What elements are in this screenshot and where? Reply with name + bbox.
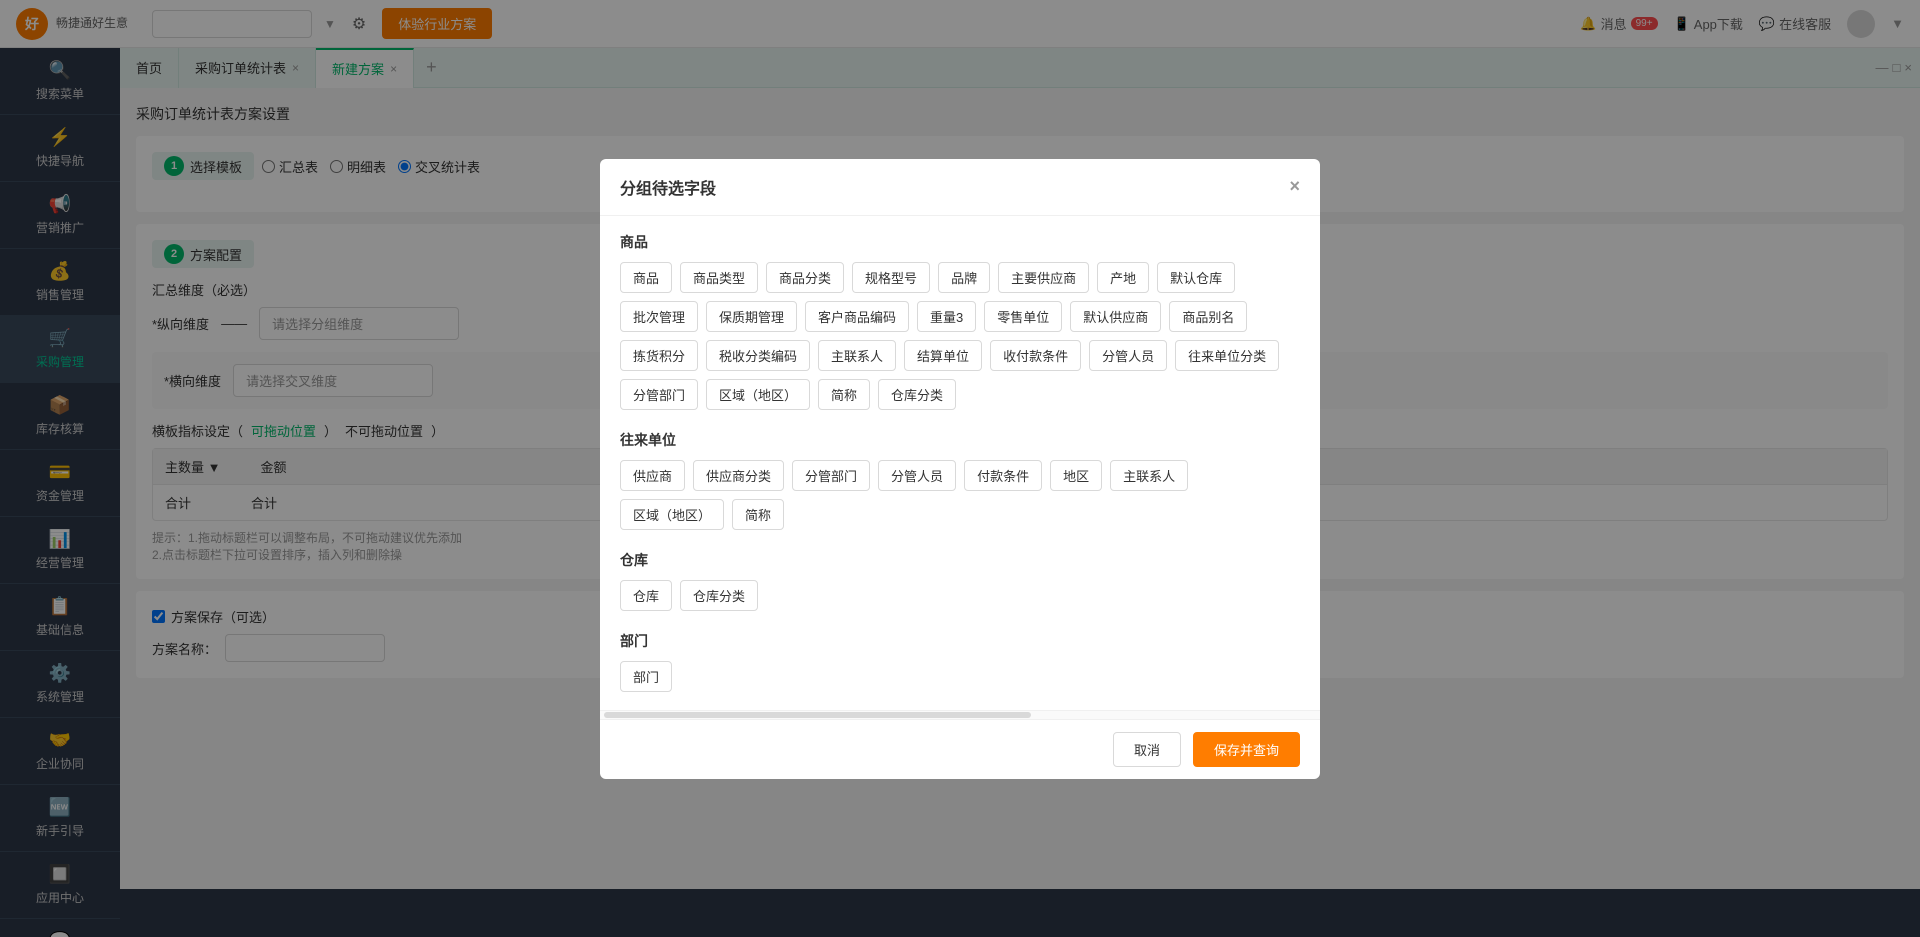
field-tag[interactable]: 主联系人: [818, 340, 896, 371]
field-tag[interactable]: 区域（地区）: [620, 499, 724, 530]
field-tag[interactable]: 主联系人: [1110, 460, 1188, 491]
field-tag[interactable]: 地区: [1050, 460, 1102, 491]
modal-hscroll-area: [600, 710, 1320, 718]
field-tag[interactable]: 仓库分类: [878, 379, 956, 410]
field-tag[interactable]: 商品分类: [766, 262, 844, 293]
field-tag[interactable]: 区域（地区）: [706, 379, 810, 410]
field-tag[interactable]: 分管部门: [792, 460, 870, 491]
field-tag[interactable]: 简称: [732, 499, 784, 530]
field-tag[interactable]: 产地: [1097, 262, 1149, 293]
field-group-department: 部门 部门: [620, 631, 1300, 692]
field-group-product: 商品 商品 商品类型 商品分类 规格型号 品牌 主要供应商 产地 默认仓库 批次…: [620, 232, 1300, 410]
modal-overlay: 分组待选字段 × 商品 商品 商品类型 商品分类 规格型号 品牌 主要供应商 产…: [0, 0, 1920, 937]
modal-header: 分组待选字段 ×: [600, 159, 1320, 216]
field-tag[interactable]: 品牌: [938, 262, 990, 293]
hscroll-thumb[interactable]: [604, 712, 1031, 718]
field-tag[interactable]: 拣货积分: [620, 340, 698, 371]
field-tag[interactable]: 默认供应商: [1070, 301, 1161, 332]
field-tag[interactable]: 付款条件: [964, 460, 1042, 491]
field-group-counterpart-title: 往来单位: [620, 430, 1300, 450]
modal-footer: 取消 保存并查询: [600, 719, 1320, 779]
field-tag[interactable]: 批次管理: [620, 301, 698, 332]
field-group-department-title: 部门: [620, 631, 1300, 651]
field-tag[interactable]: 商品别名: [1169, 301, 1247, 332]
field-tags-product: 商品 商品类型 商品分类 规格型号 品牌 主要供应商 产地 默认仓库 批次管理 …: [620, 262, 1300, 410]
field-tags-department: 部门: [620, 661, 1300, 692]
field-tag[interactable]: 部门: [620, 661, 672, 692]
field-tag[interactable]: 往来单位分类: [1175, 340, 1279, 371]
field-tag[interactable]: 商品类型: [680, 262, 758, 293]
field-tags-counterpart: 供应商 供应商分类 分管部门 分管人员 付款条件 地区 主联系人 区域（地区） …: [620, 460, 1300, 530]
field-group-counterpart: 往来单位 供应商 供应商分类 分管部门 分管人员 付款条件 地区 主联系人 区域…: [620, 430, 1300, 530]
modal-body: 商品 商品 商品类型 商品分类 规格型号 品牌 主要供应商 产地 默认仓库 批次…: [600, 216, 1320, 711]
field-tag[interactable]: 税收分类编码: [706, 340, 810, 371]
field-tag[interactable]: 供应商分类: [693, 460, 784, 491]
field-tag[interactable]: 零售单位: [984, 301, 1062, 332]
modal-title: 分组待选字段: [620, 175, 716, 199]
field-tag[interactable]: 主要供应商: [998, 262, 1089, 293]
field-tag[interactable]: 仓库分类: [680, 580, 758, 611]
field-tag[interactable]: 默认仓库: [1157, 262, 1235, 293]
field-tag[interactable]: 简称: [818, 379, 870, 410]
field-tag[interactable]: 分管部门: [620, 379, 698, 410]
field-tag[interactable]: 分管人员: [1089, 340, 1167, 371]
field-tag[interactable]: 仓库: [620, 580, 672, 611]
save-query-button[interactable]: 保存并查询: [1193, 732, 1300, 767]
field-group-warehouse-title: 仓库: [620, 550, 1300, 570]
cancel-button[interactable]: 取消: [1113, 732, 1181, 767]
field-group-product-title: 商品: [620, 232, 1300, 252]
field-tag[interactable]: 规格型号: [852, 262, 930, 293]
field-group-warehouse: 仓库 仓库 仓库分类: [620, 550, 1300, 611]
field-tag[interactable]: 分管人员: [878, 460, 956, 491]
field-tag[interactable]: 重量3: [917, 301, 976, 332]
field-tags-warehouse: 仓库 仓库分类: [620, 580, 1300, 611]
field-tag[interactable]: 结算单位: [904, 340, 982, 371]
field-tag[interactable]: 商品: [620, 262, 672, 293]
field-tag[interactable]: 供应商: [620, 460, 685, 491]
field-tag[interactable]: 收付款条件: [990, 340, 1081, 371]
modal: 分组待选字段 × 商品 商品 商品类型 商品分类 规格型号 品牌 主要供应商 产…: [600, 159, 1320, 779]
field-tag[interactable]: 保质期管理: [706, 301, 797, 332]
modal-close-button[interactable]: ×: [1289, 176, 1300, 197]
field-tag[interactable]: 客户商品编码: [805, 301, 909, 332]
